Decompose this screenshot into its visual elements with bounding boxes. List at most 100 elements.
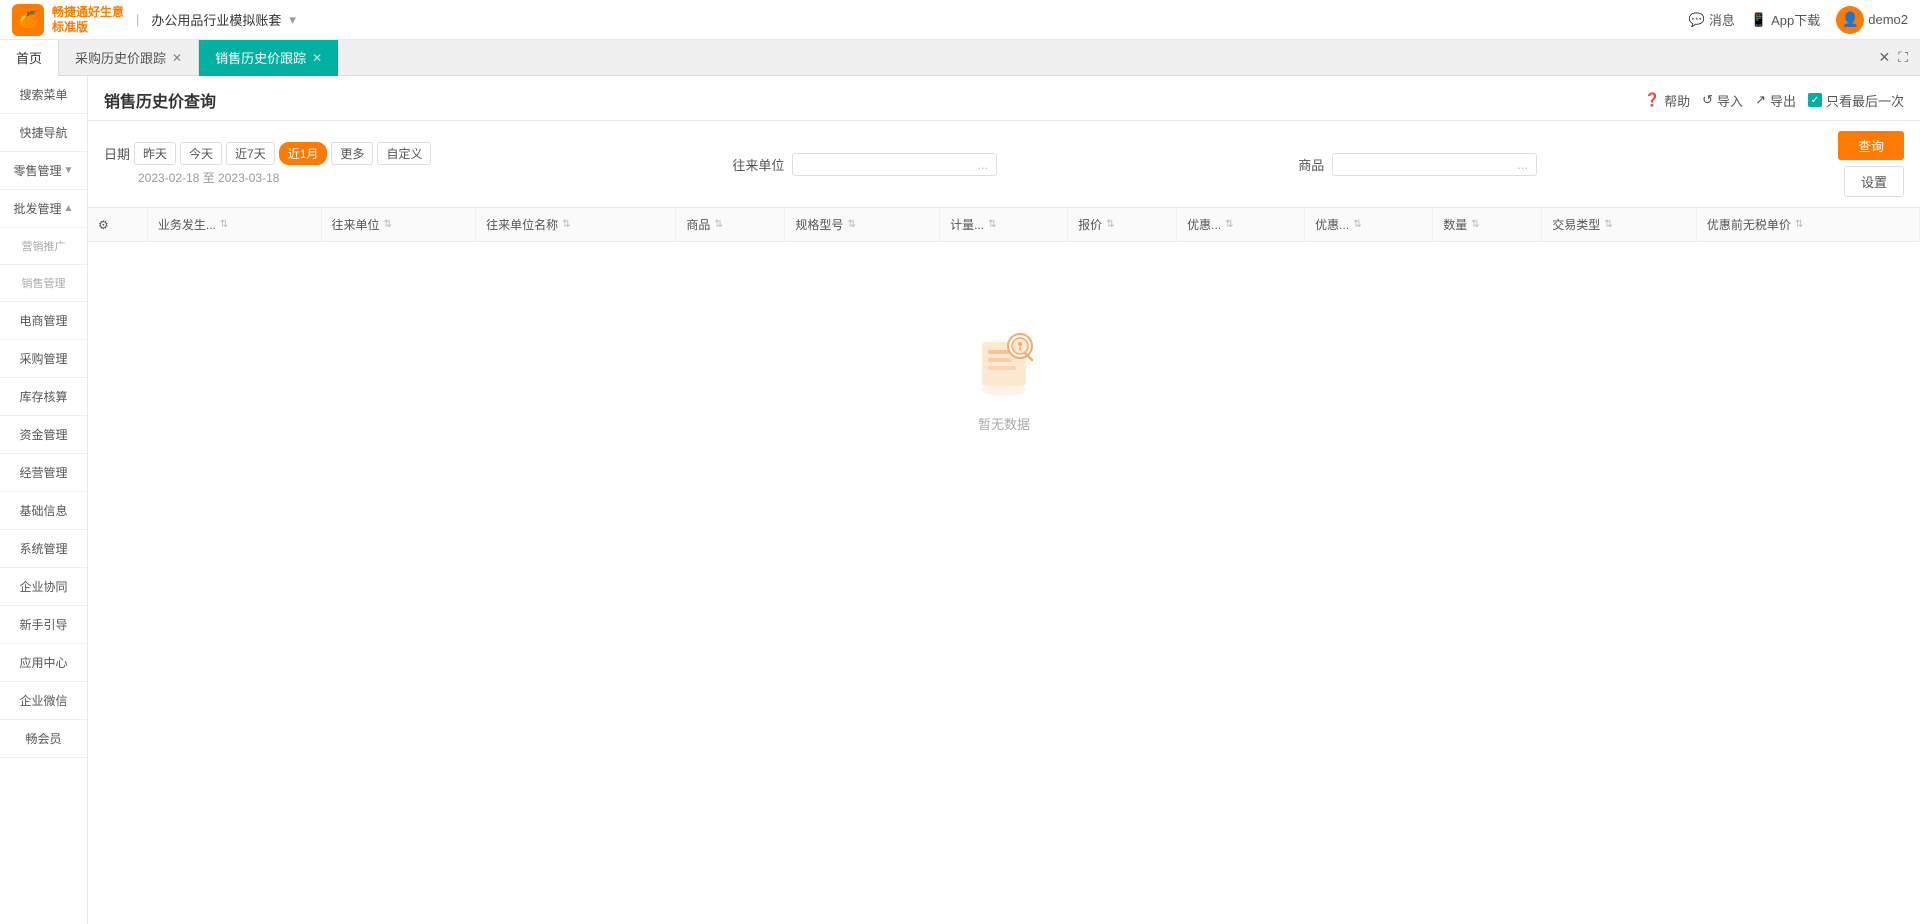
brand-logo: 🍊	[12, 4, 44, 36]
partner-input-wrap[interactable]: ...	[792, 153, 997, 176]
settings-button[interactable]: 设置	[1844, 166, 1904, 197]
partner-input[interactable]	[801, 157, 977, 172]
empty-icon	[964, 322, 1044, 402]
th-product[interactable]: 商品 ⇅	[676, 208, 785, 242]
expand-btn[interactable]: ⛶	[1898, 49, 1908, 66]
th-trade-type[interactable]: 交易类型 ⇅	[1542, 208, 1697, 242]
sort-icon-partner-code: ⇅	[384, 219, 392, 230]
tab-home[interactable]: 首页	[0, 40, 59, 76]
user-avatar: 👤	[1836, 6, 1864, 34]
th-spec[interactable]: 规格型号 ⇅	[785, 208, 940, 242]
th-pretax-price[interactable]: 优惠前无税单价 ⇅	[1696, 208, 1919, 242]
sidebar-item-ecommerce-mgmt[interactable]: 电商管理	[0, 302, 87, 340]
tab-sales[interactable]: 销售历史价跟踪 ✕	[199, 40, 339, 76]
system-title-dropdown-icon[interactable]: ▾	[289, 12, 296, 28]
import-btn[interactable]: ↺ 导入	[1702, 91, 1743, 110]
sidebar-item-marketing[interactable]: 营销推广	[0, 228, 87, 265]
sidebar-item-search-menu[interactable]: 搜索菜单	[0, 76, 87, 114]
user-menu[interactable]: 👤 demo2	[1836, 6, 1908, 34]
retail-arrow-icon: ▼	[64, 165, 74, 176]
th-discount1[interactable]: 优惠... ⇅	[1177, 208, 1305, 242]
date-btn-today[interactable]: 今天	[180, 142, 222, 165]
table-area: ⚙ 业务发生... ⇅ 往来单位 ⇅	[88, 208, 1920, 924]
sidebar-item-retail-mgmt[interactable]: 零售管理 ▼	[0, 152, 87, 190]
query-button[interactable]: 查询	[1838, 131, 1904, 160]
sort-icon-quantity: ⇅	[1471, 219, 1479, 230]
app-download-btn[interactable]: 📱 App下载	[1751, 10, 1820, 29]
tab-purchase[interactable]: 采购历史价跟踪 ✕	[59, 40, 199, 76]
product-label: 商品	[1298, 155, 1324, 174]
th-unit[interactable]: 计量... ⇅	[940, 208, 1068, 242]
page-header: 销售历史价查询 ❓ 帮助 ↺ 导入 ↗ 导出 ✓ 只看最后一次	[88, 76, 1920, 121]
product-dots-icon: ...	[1517, 157, 1528, 172]
tab-sales-close[interactable]: ✕	[312, 51, 322, 65]
sidebar: 搜索菜单 快捷导航 零售管理 ▼ 批发管理 ▲ 营销推广 销售管理 电商管理 采	[0, 76, 88, 924]
close-all-tabs-btn[interactable]: ✕	[1878, 49, 1890, 66]
app-download-icon: 📱	[1751, 12, 1767, 28]
th-partner-code[interactable]: 往来单位 ⇅	[321, 208, 476, 242]
th-biz-date[interactable]: 业务发生... ⇅	[147, 208, 321, 242]
tab-purchase-close[interactable]: ✕	[172, 51, 182, 65]
sort-icon-trade-type: ⇅	[1604, 219, 1612, 230]
wholesale-arrow-icon: ▲	[64, 203, 74, 214]
system-title: 办公用品行业模拟账套	[151, 10, 281, 29]
sidebar-item-member[interactable]: 畅会员	[0, 720, 87, 758]
export-icon: ↗	[1755, 92, 1766, 108]
sidebar-item-inventory[interactable]: 库存核算	[0, 378, 87, 416]
date-btn-1month[interactable]: 近1月	[279, 142, 328, 165]
date-btn-7days[interactable]: 近7天	[226, 142, 275, 165]
message-btn[interactable]: 💬 消息	[1689, 10, 1735, 29]
brand-name: 畅捷通好生意 标准版	[52, 5, 124, 34]
filter-top-row: 日期 昨天 今天 近7天 近1月 更多 自定义 2023-02-18 至 202…	[104, 131, 1904, 197]
th-quantity[interactable]: 数量 ⇅	[1433, 208, 1542, 242]
main-layout: 搜索菜单 快捷导航 零售管理 ▼ 批发管理 ▲ 营销推广 销售管理 电商管理 采	[0, 76, 1920, 924]
th-quoted-price[interactable]: 报价 ⇅	[1068, 208, 1177, 242]
topbar: 🍊 畅捷通好生意 标准版 | 办公用品行业模拟账套 ▾ 💬 消息 📱 App下载…	[0, 0, 1920, 40]
sort-icon-discount1: ⇅	[1225, 219, 1233, 230]
sidebar-item-operations-mgmt[interactable]: 经营管理	[0, 454, 87, 492]
content-area: 销售历史价查询 ❓ 帮助 ↺ 导入 ↗ 导出 ✓ 只看最后一次	[88, 76, 1920, 924]
only-last-checkbox[interactable]: ✓ 只看最后一次	[1808, 91, 1904, 110]
page-header-actions: ❓ 帮助 ↺ 导入 ↗ 导出 ✓ 只看最后一次	[1644, 91, 1904, 110]
sidebar-item-quick-nav[interactable]: 快捷导航	[0, 114, 87, 152]
date-btn-more[interactable]: 更多	[331, 142, 373, 165]
product-input-wrap[interactable]: ...	[1332, 153, 1537, 176]
date-btn-yesterday[interactable]: 昨天	[134, 142, 176, 165]
product-input[interactable]	[1341, 157, 1517, 172]
th-discount2[interactable]: 优惠... ⇅	[1305, 208, 1433, 242]
help-btn[interactable]: ❓ 帮助	[1644, 91, 1690, 110]
th-gear[interactable]: ⚙	[88, 208, 147, 242]
sidebar-item-purchase-mgmt[interactable]: 采购管理	[0, 340, 87, 378]
tabbar-actions: ✕ ⛶	[1878, 49, 1920, 66]
sidebar-item-new-guide[interactable]: 新手引导	[0, 606, 87, 644]
sort-icon-partner-name: ⇅	[562, 219, 570, 230]
sort-icon-biz-date: ⇅	[220, 219, 228, 230]
partner-filter: 往来单位 ...	[732, 153, 997, 176]
empty-text: 暂无数据	[978, 414, 1030, 433]
sidebar-item-wholesale-mgmt[interactable]: 批发管理 ▲	[0, 190, 87, 228]
date-btns-row: 日期 昨天 今天 近7天 近1月 更多 自定义	[104, 142, 431, 165]
partner-dots-icon: ...	[977, 157, 988, 172]
sidebar-item-basic-info[interactable]: 基础信息	[0, 492, 87, 530]
th-partner-name[interactable]: 往来单位名称 ⇅	[476, 208, 676, 242]
sidebar-item-system-mgmt[interactable]: 系统管理	[0, 530, 87, 568]
sort-icon-discount2: ⇅	[1353, 219, 1361, 230]
help-icon: ❓	[1644, 92, 1660, 108]
partner-label: 往来单位	[732, 155, 784, 174]
date-range-text: 2023-02-18 至 2023-03-18	[138, 171, 279, 185]
gear-icon[interactable]: ⚙	[98, 218, 109, 232]
export-btn[interactable]: ↗ 导出	[1755, 91, 1796, 110]
date-btn-custom[interactable]: 自定义	[377, 142, 431, 165]
sidebar-item-sales-mgmt[interactable]: 销售管理	[0, 265, 87, 302]
sidebar-item-app-center[interactable]: 应用中心	[0, 644, 87, 682]
sidebar-item-finance-mgmt[interactable]: 资金管理	[0, 416, 87, 454]
sidebar-item-enterprise-coop[interactable]: 企业协同	[0, 568, 87, 606]
tabbar: 首页 采购历史价跟踪 ✕ 销售历史价跟踪 ✕ ✕ ⛶	[0, 40, 1920, 76]
sort-icon-spec: ⇅	[847, 219, 855, 230]
date-label: 日期	[104, 144, 130, 163]
sidebar-item-enterprise-wechat[interactable]: 企业微信	[0, 682, 87, 720]
sort-icon-pretax-price: ⇅	[1795, 219, 1803, 230]
topbar-right: 💬 消息 📱 App下载 👤 demo2	[1689, 6, 1908, 34]
filter-section: 日期 昨天 今天 近7天 近1月 更多 自定义 2023-02-18 至 202…	[88, 121, 1920, 208]
sort-icon-product: ⇅	[714, 219, 722, 230]
